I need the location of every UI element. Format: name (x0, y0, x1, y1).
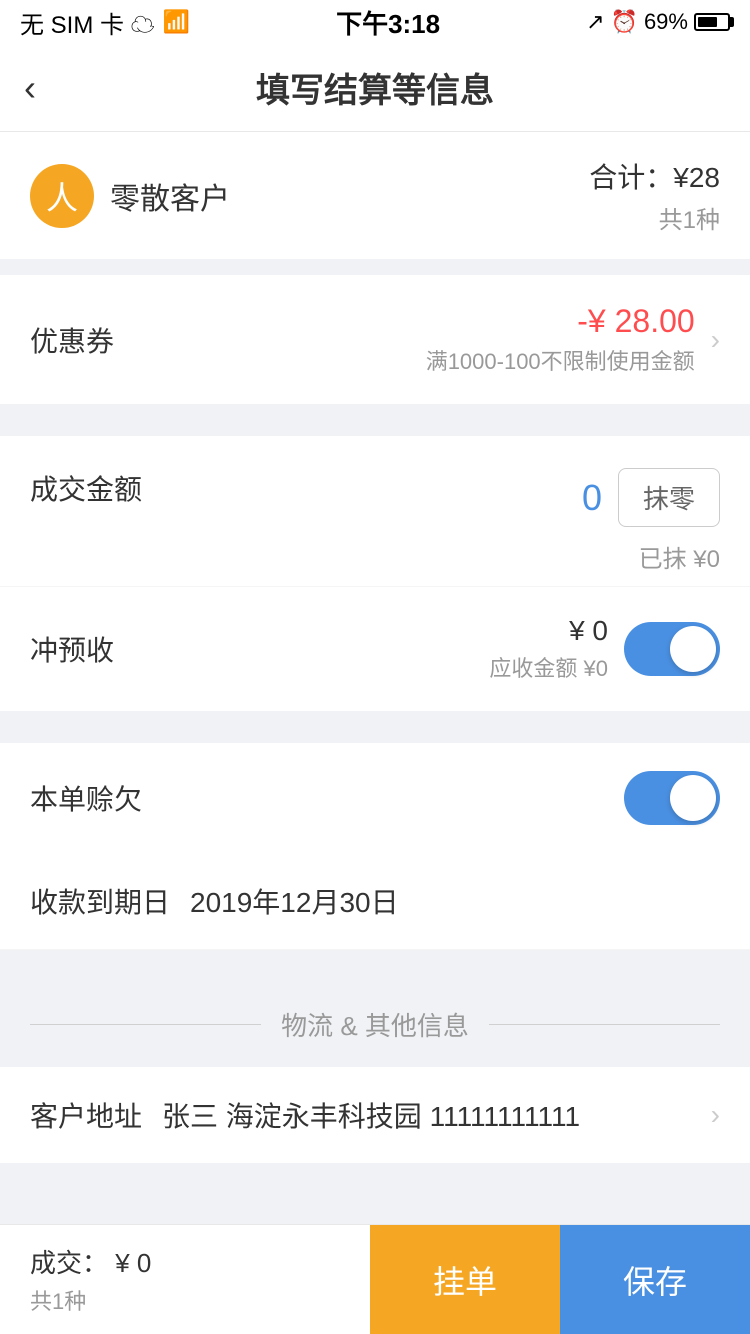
page-title: 填写结算等信息 (256, 63, 494, 112)
discount-amount: -¥ 28.00 (426, 303, 695, 340)
address-label: 客户地址 (30, 1095, 142, 1135)
bottom-count-label: 共1种 (30, 1284, 340, 1316)
advance-row: 冲预收 ¥ 0 应收金额 ¥0 (0, 587, 750, 711)
logistics-line-left (30, 1024, 261, 1025)
content-area: 人 零散客户 合计：¥28 共1种 优惠券 -¥ 28.00 满1000-100… (0, 132, 750, 1283)
coupon-row[interactable]: 优惠券 -¥ 28.00 满1000-100不限制使用金额 › (0, 275, 750, 404)
advance-toggle[interactable] (624, 622, 720, 676)
back-button[interactable]: ‹ (24, 67, 36, 109)
customer-row: 人 零散客户 合计：¥28 共1种 (0, 132, 750, 259)
toggle-knob (670, 626, 716, 672)
logistics-header: 物流 & 其他信息 (0, 982, 750, 1067)
coupon-right: -¥ 28.00 满1000-100不限制使用金额 › (426, 303, 720, 376)
advance-main-amount: ¥ 0 (489, 615, 608, 647)
save-button[interactable]: 保存 (560, 1225, 750, 1334)
due-date-label: 收款到期日 (30, 881, 170, 921)
advance-right: ¥ 0 应收金额 ¥0 (489, 615, 720, 683)
customer-left: 人 零散客户 (30, 164, 230, 228)
wifi-icon: 📶 (163, 9, 190, 35)
status-bar: 无 SIM 卡 ☁ 📶 下午3:18 ↗ ⏰ 69% (0, 0, 750, 44)
divider-2 (0, 727, 750, 743)
address-chevron-icon: › (711, 1099, 720, 1131)
debt-toggle[interactable] (624, 771, 720, 825)
customer-right: 合计：¥28 共1种 (589, 156, 720, 235)
bottom-info: 成交： ¥ 0 共1种 (0, 1225, 370, 1334)
discount-desc: 满1000-100不限制使用金额 (426, 344, 695, 376)
address-value: 张三 海淀永丰科技园 11111111111 (162, 1095, 711, 1135)
battery-percent: 69% (644, 9, 688, 35)
battery-icon (694, 13, 730, 31)
bottom-bar: 成交： ¥ 0 共1种 挂单 保存 (0, 1224, 750, 1334)
debt-row: 本单赊欠 (0, 743, 750, 853)
total-count: 共1种 (589, 200, 720, 235)
round-zero-button[interactable]: 抹零 (618, 468, 720, 527)
debt-right (624, 771, 720, 825)
debt-section: 本单赊欠 收款到期日 2019年12月30日 (0, 743, 750, 950)
chevron-right-icon: › (711, 324, 720, 356)
transaction-row: 成交金额 0 抹零 已抹 ¥0 (0, 436, 750, 587)
debt-toggle-knob (670, 775, 716, 821)
transaction-right: 0 抹零 已抹 ¥0 (582, 468, 720, 574)
total-amount: 合计：¥28 (589, 156, 720, 196)
save-button-label: 保存 (623, 1257, 687, 1303)
alarm-icon: ⏰ (611, 9, 638, 35)
coupon-label: 优惠券 (30, 320, 114, 360)
avatar-icon: 人 (46, 173, 78, 219)
logistics-line-right (489, 1024, 720, 1025)
already-rounded-label: 已抹 ¥0 (639, 539, 720, 574)
customer-name: 零散客户 (110, 174, 230, 218)
customer-section: 人 零散客户 合计：¥28 共1种 (0, 132, 750, 259)
address-row[interactable]: 客户地址 张三 海淀永丰科技园 11111111111 › (0, 1067, 750, 1163)
advance-sub-amount: 应收金额 ¥0 (489, 651, 608, 683)
status-right: ↗ ⏰ 69% (586, 9, 730, 35)
avatar: 人 (30, 164, 94, 228)
coupon-value-block: -¥ 28.00 满1000-100不限制使用金额 (426, 303, 695, 376)
transaction-value: 0 (582, 477, 602, 519)
transaction-label: 成交金额 (30, 468, 142, 508)
pending-button-label: 挂单 (433, 1257, 497, 1303)
due-date-value: 2019年12月30日 (190, 881, 399, 921)
advance-amounts: ¥ 0 应收金额 ¥0 (489, 615, 608, 683)
due-date-row: 收款到期日 2019年12月30日 (0, 853, 750, 950)
sim-signal: 无 SIM 卡 ☁ (20, 5, 155, 40)
location-icon: ↗ (586, 9, 604, 35)
payment-section: 成交金额 0 抹零 已抹 ¥0 冲预收 ¥ 0 应收金额 ¥0 (0, 436, 750, 711)
coupon-section[interactable]: 优惠券 -¥ 28.00 满1000-100不限制使用金额 › (0, 275, 750, 404)
divider-3 (0, 966, 750, 982)
status-time: 下午3:18 (336, 4, 440, 41)
nav-bar: ‹ 填写结算等信息 (0, 44, 750, 132)
debt-label: 本单赊欠 (30, 778, 142, 818)
bottom-transaction-label: 成交： ¥ 0 (30, 1243, 340, 1280)
divider-1 (0, 420, 750, 436)
status-left: 无 SIM 卡 ☁ 📶 (20, 5, 190, 40)
logistics-label: 物流 & 其他信息 (261, 1006, 489, 1043)
advance-label: 冲预收 (30, 629, 114, 669)
pending-button[interactable]: 挂单 (370, 1225, 560, 1334)
